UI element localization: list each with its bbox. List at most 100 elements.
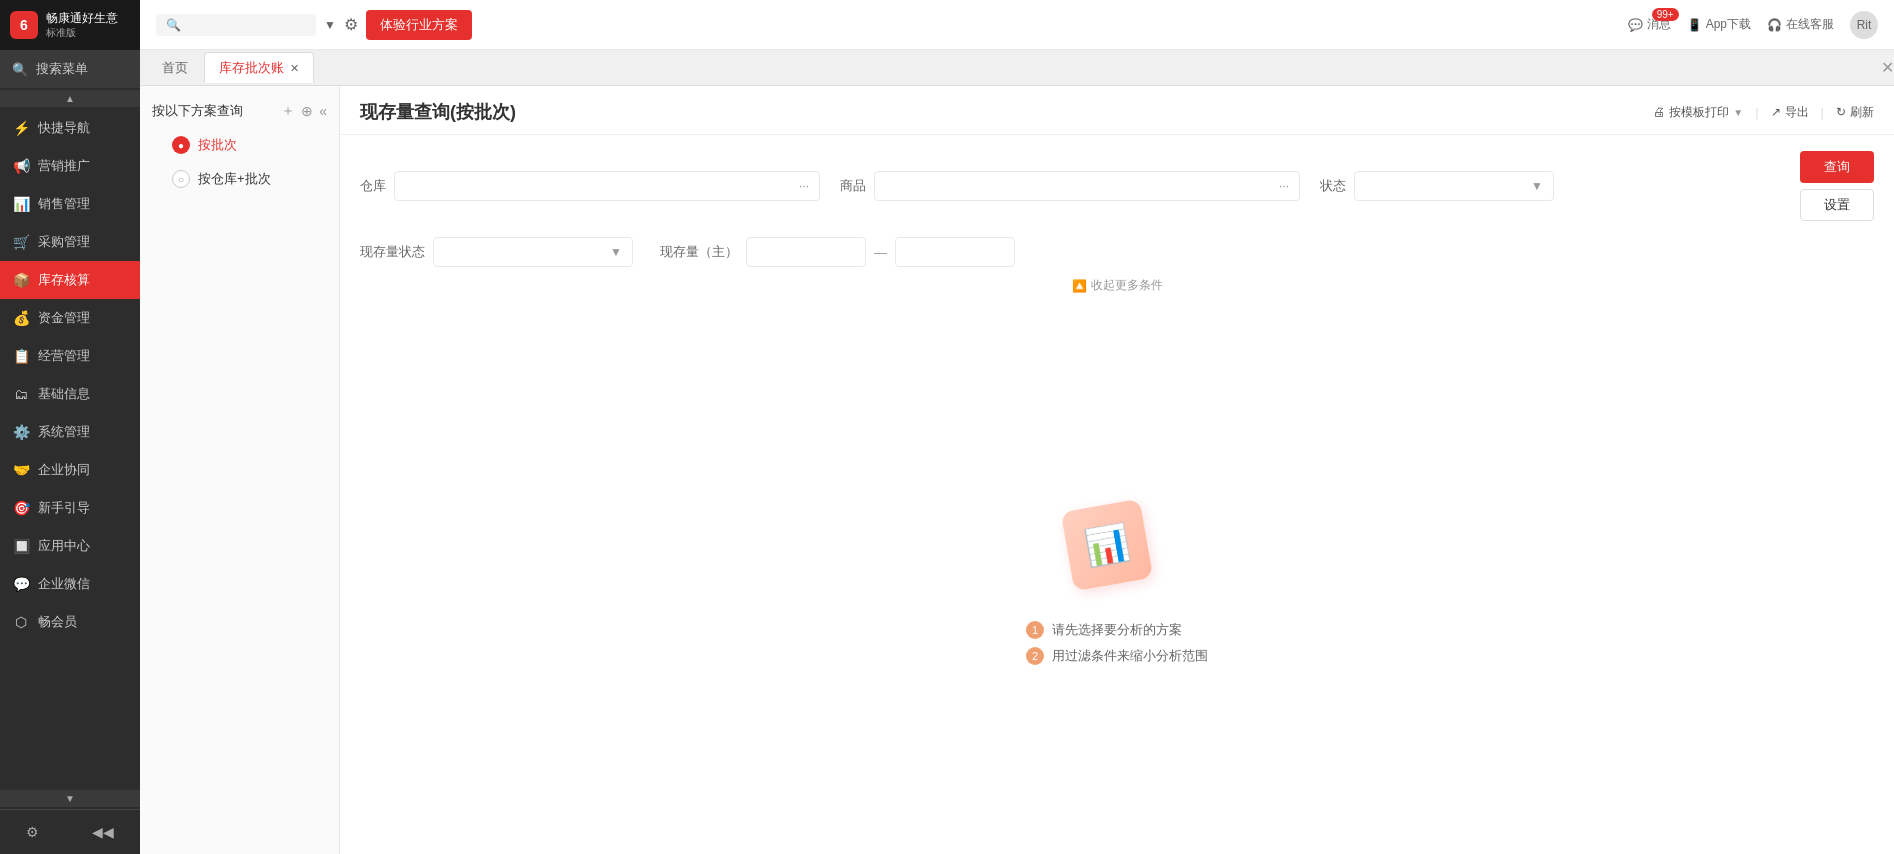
- tip-num-2: 2: [1026, 647, 1044, 665]
- empty-illustration: 📊: [1061, 499, 1154, 592]
- collapse-btn[interactable]: 🔼 收起更多条件: [360, 271, 1874, 300]
- sidebar-brand: 畅康通好生意 标准版: [46, 11, 118, 40]
- guide-icon: 🎯: [12, 500, 30, 516]
- print-btn[interactable]: 🖨 按模板打印 ▼: [1653, 104, 1743, 121]
- settings-btn[interactable]: 设置: [1800, 189, 1874, 221]
- print-dropdown-icon[interactable]: ▼: [1733, 107, 1743, 118]
- panel-collapse-btn[interactable]: «: [319, 102, 327, 120]
- topbar-dropdown-btn[interactable]: ▼: [324, 18, 336, 32]
- finance-icon: 💰: [12, 310, 30, 326]
- plan-dot-red: ●: [172, 136, 190, 154]
- sidebar-scroll-up[interactable]: ▲: [0, 90, 140, 107]
- plan-dot-outline: ○: [172, 170, 190, 188]
- marketing-icon: 📢: [12, 158, 30, 174]
- member-icon: ⬡: [12, 614, 30, 630]
- collapse-icon: 🔼: [1072, 279, 1087, 293]
- refresh-icon: ↻: [1836, 105, 1846, 119]
- sidebar-collapse-btn[interactable]: ◀◀: [86, 818, 120, 846]
- product-more-icon: ···: [1279, 179, 1289, 193]
- sidebar-item-finance[interactable]: 💰 资金管理: [0, 299, 140, 337]
- panel-header: 按以下方案查询 ＋ ⊕ «: [140, 96, 339, 128]
- qty-range-from[interactable]: [746, 237, 866, 267]
- service-icon: 🎧: [1767, 18, 1782, 32]
- topbar-service-btn[interactable]: 🎧 在线客服: [1767, 16, 1834, 33]
- topbar-search-input[interactable]: [187, 18, 267, 32]
- status-select[interactable]: ▼: [1354, 171, 1554, 201]
- collab-icon: 🤝: [12, 462, 30, 478]
- sidebar-item-sales[interactable]: 📊 销售管理: [0, 185, 140, 223]
- inventory-status-select[interactable]: ▼: [433, 237, 633, 267]
- warehouse-more-icon: ···: [799, 179, 809, 193]
- main-area: 🔍 ▼ ⚙ 体验行业方案 💬 消息 99+ 📱 App下载 🎧 在线客服 Ri: [140, 0, 1894, 854]
- sidebar-item-operation[interactable]: 📋 经营管理: [0, 337, 140, 375]
- tab-close-icon[interactable]: ✕: [290, 62, 299, 75]
- filter-status: 状态 ▼: [1320, 171, 1780, 201]
- panel-add-btn[interactable]: ＋: [281, 102, 295, 120]
- sidebar-settings-btn[interactable]: ⚙: [20, 818, 45, 846]
- topbar-left: 🔍 ▼ ⚙ 体验行业方案: [156, 10, 1616, 40]
- wechat-icon: 💬: [12, 576, 30, 592]
- inv-status-dropdown-icon: ▼: [610, 245, 622, 259]
- query-btn[interactable]: 查询: [1800, 151, 1874, 183]
- filter-warehouse: 仓库 ···: [360, 171, 820, 201]
- page-actions: 🖨 按模板打印 ▼ | ↗ 导出 | ↻ 刷新: [1653, 104, 1874, 121]
- quick-icon: ⚡: [12, 120, 30, 136]
- message-badge: 99+: [1652, 8, 1679, 21]
- filter-area: 仓库 ··· 商品 ··· 状态: [340, 135, 1894, 316]
- refresh-btn[interactable]: ↻ 刷新: [1836, 104, 1874, 121]
- topbar-gear-btn[interactable]: ⚙: [344, 15, 358, 34]
- topbar-right: 💬 消息 99+ 📱 App下载 🎧 在线客服 Rit: [1628, 11, 1878, 39]
- page-title: 现存量查询(按批次): [360, 100, 516, 124]
- tabbar: 首页 库存批次账 ✕ ✕: [140, 50, 1894, 86]
- content: 按以下方案查询 ＋ ⊕ « ● 按批次 ○ 按仓库+批次 现存量查询(按批次): [140, 86, 1894, 854]
- sidebar-item-marketing[interactable]: 📢 营销推广: [0, 147, 140, 185]
- sidebar-scroll-down[interactable]: ▼: [0, 790, 140, 807]
- sidebar-item-apps[interactable]: 🔲 应用中心: [0, 527, 140, 565]
- user-avatar[interactable]: Rit: [1850, 11, 1878, 39]
- sidebar-item-inventory[interactable]: 📦 库存核算: [0, 261, 140, 299]
- tab-close-btn[interactable]: ✕: [1881, 58, 1894, 77]
- sidebar-item-quick[interactable]: ⚡ 快捷导航: [0, 109, 140, 147]
- plan-item-by-warehouse-batch[interactable]: ○ 按仓库+批次: [140, 162, 339, 196]
- left-panel: 按以下方案查询 ＋ ⊕ « ● 按批次 ○ 按仓库+批次: [140, 86, 340, 854]
- export-btn[interactable]: ↗ 导出: [1771, 104, 1809, 121]
- sidebar-search[interactable]: 🔍 搜索菜单: [0, 50, 140, 88]
- sidebar-header: 6 畅康通好生意 标准版: [0, 0, 140, 50]
- sidebar-footer: ⚙ ◀◀: [0, 809, 140, 854]
- sales-icon: 📊: [12, 196, 30, 212]
- tab-home[interactable]: 首页: [148, 53, 202, 83]
- topbar-message-btn[interactable]: 💬 消息 99+: [1628, 16, 1671, 33]
- sidebar-item-guide[interactable]: 🎯 新手引导: [0, 489, 140, 527]
- sidebar-item-collab[interactable]: 🤝 企业协同: [0, 451, 140, 489]
- sidebar: 6 畅康通好生意 标准版 🔍 搜索菜单 ▲ ⚡ 快捷导航 📢 营销推广 📊 销售…: [0, 0, 140, 854]
- message-icon: 💬: [1628, 18, 1643, 32]
- status-dropdown-icon: ▼: [1531, 179, 1543, 193]
- right-panel: 现存量查询(按批次) 🖨 按模板打印 ▼ | ↗ 导出 | ↻: [340, 86, 1894, 854]
- sidebar-item-wechat[interactable]: 💬 企业微信: [0, 565, 140, 603]
- operation-icon: 📋: [12, 348, 30, 364]
- sidebar-item-purchase[interactable]: 🛒 采购管理: [0, 223, 140, 261]
- sidebar-item-basic[interactable]: 🗂 基础信息: [0, 375, 140, 413]
- tab-inventory-batch[interactable]: 库存批次账 ✕: [204, 52, 314, 83]
- apps-icon: 🔲: [12, 538, 30, 554]
- sidebar-item-system[interactable]: ⚙️ 系统管理: [0, 413, 140, 451]
- tip-item-1: 1 请先选择要分析的方案: [1026, 621, 1208, 639]
- warehouse-input[interactable]: ···: [394, 171, 820, 201]
- sidebar-nav: ⚡ 快捷导航 📢 营销推广 📊 销售管理 🛒 采购管理 📦 库存核算 💰 资金管…: [0, 109, 140, 788]
- panel-header-icons: ＋ ⊕ «: [281, 102, 327, 120]
- qty-range-to[interactable]: [895, 237, 1015, 267]
- product-input[interactable]: ···: [874, 171, 1300, 201]
- filter-inventory-status: 现存量状态 ▼: [360, 237, 640, 267]
- sidebar-item-member[interactable]: ⬡ 畅会员: [0, 603, 140, 641]
- search-icon: 🔍: [12, 62, 28, 77]
- sidebar-logo: 6: [10, 11, 38, 39]
- topbar-app-btn[interactable]: 📱 App下载: [1687, 16, 1751, 33]
- plan-item-by-batch[interactable]: ● 按批次: [140, 128, 339, 162]
- empty-tips: 1 请先选择要分析的方案 2 用过滤条件来缩小分析范围: [1026, 621, 1208, 665]
- topbar-search-area[interactable]: 🔍: [156, 14, 316, 36]
- tip-num-1: 1: [1026, 621, 1044, 639]
- app-icon: 📱: [1687, 18, 1702, 32]
- panel-settings-btn[interactable]: ⊕: [301, 102, 313, 120]
- experience-btn[interactable]: 体验行业方案: [366, 10, 472, 40]
- inventory-qty-range: —: [746, 237, 1015, 267]
